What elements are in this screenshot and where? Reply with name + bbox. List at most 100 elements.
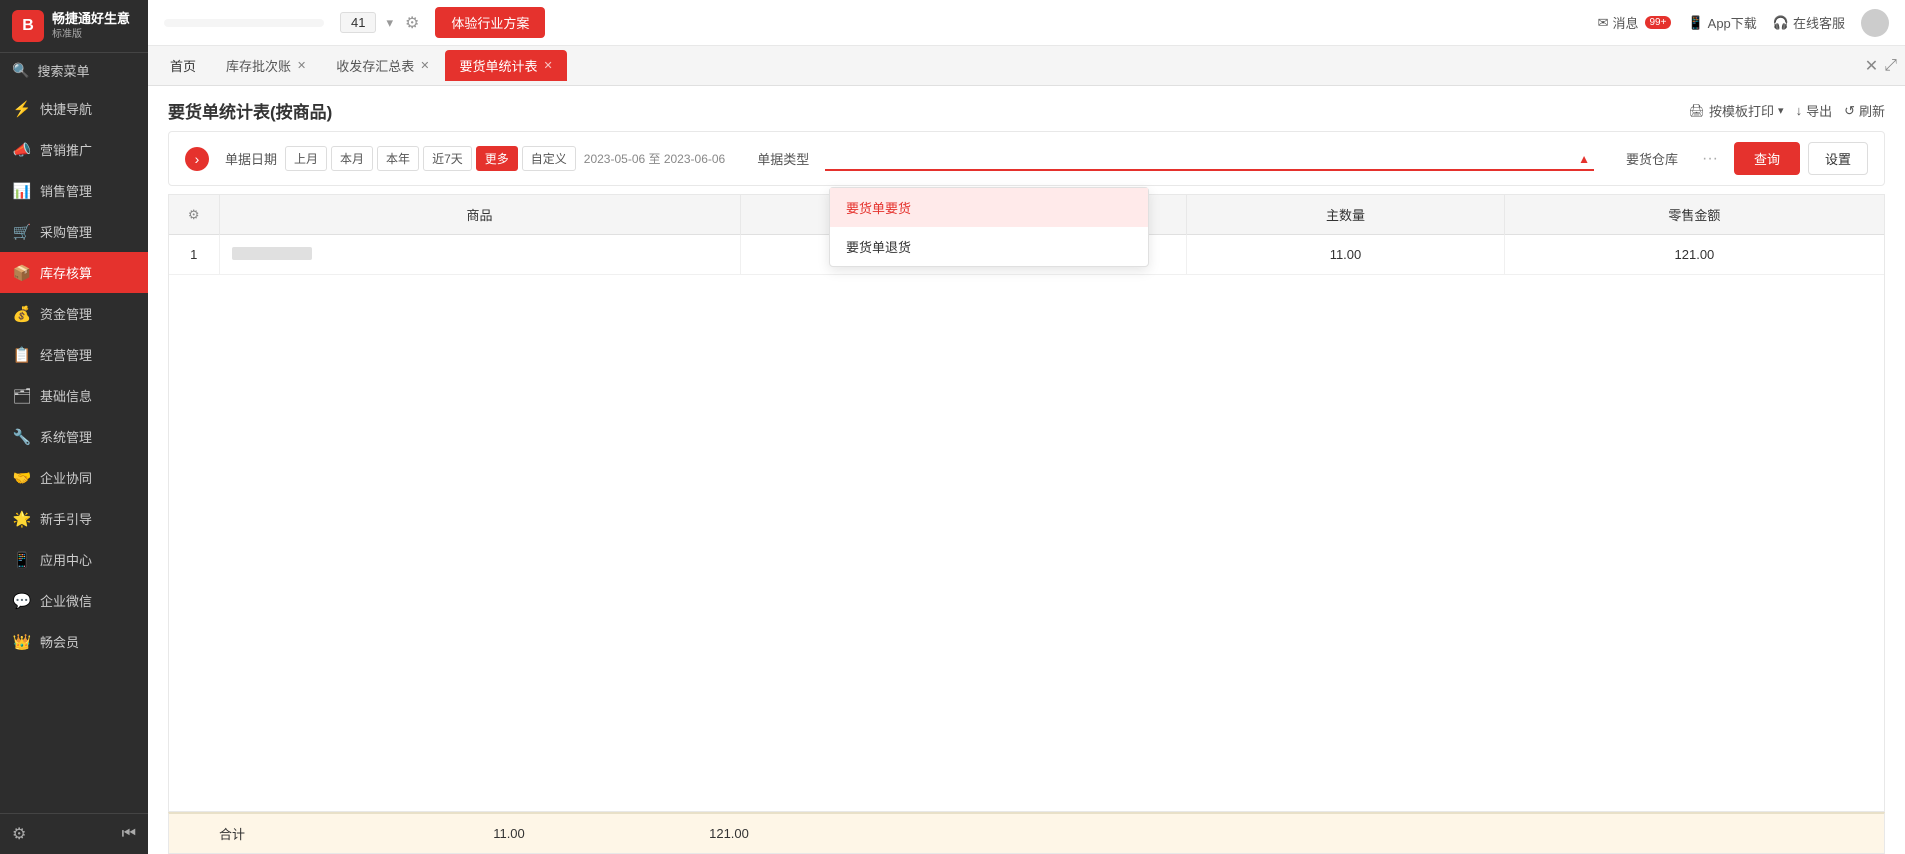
filter-area: › 单据日期 上月 本月 本年 近7天 更多 自定义 2023-05-06 至 …	[168, 131, 1885, 186]
sidebar-item-sales[interactable]: 📊 销售管理	[0, 170, 148, 211]
sidebar-item-vip[interactable]: 👑 畅会员	[0, 621, 148, 662]
nav-icon: 📦	[12, 264, 32, 282]
sidebar-item-quick-nav[interactable]: ⚡ 快捷导航	[0, 88, 148, 129]
tab-receivables-summary[interactable]: 收发存汇总表 ✕	[322, 50, 443, 81]
settings-button[interactable]: 设置	[1808, 142, 1868, 175]
sidebar-item-inventory[interactable]: 📦 库存核算	[0, 252, 148, 293]
sidebar-item-guide[interactable]: 🌟 新手引导	[0, 498, 148, 539]
sidebar-item-finance[interactable]: 💰 资金管理	[0, 293, 148, 334]
date-btn-custom[interactable]: 自定义	[522, 146, 576, 171]
nav-icon: 🤝	[12, 469, 32, 487]
app-logo: B 畅捷通好生意 标准版	[0, 0, 148, 53]
warehouse-filter-more-icon[interactable]: ···	[1702, 150, 1718, 168]
th-settings[interactable]: ⚙	[169, 195, 219, 235]
close-tab-icon[interactable]: ✕	[1865, 56, 1878, 76]
type-filter-select: ▲	[825, 146, 1594, 171]
user-avatar[interactable]	[1861, 9, 1889, 37]
print-button[interactable]: 🖨 按模板打印 ▾	[1689, 101, 1784, 120]
nav-icon: 🗂	[12, 387, 32, 405]
sidebar-item-system[interactable]: 🔧 系统管理	[0, 416, 148, 457]
footer-total-label: 合计	[189, 824, 409, 843]
tab-inventory-batch[interactable]: 库存批次账 ✕	[212, 50, 320, 81]
topbar-gear-icon[interactable]: ⚙	[405, 13, 419, 33]
settings-icon[interactable]: ⚙	[12, 824, 26, 844]
nav-icon: 🔧	[12, 428, 32, 446]
topbar: 41 ▾ ⚙ 体验行业方案 ✉ 消息 99+ 📱 App下载 🎧 在线客服	[148, 0, 1905, 46]
nav-icon: ⚡	[12, 100, 32, 118]
search-icon: 🔍	[12, 62, 29, 79]
sidebar-item-app-center[interactable]: 📱 应用中心	[0, 539, 148, 580]
nav-icon: 🛒	[12, 223, 32, 241]
refresh-icon: ↺	[1844, 103, 1855, 119]
expand-tabs-icon[interactable]: ⤢	[1884, 57, 1897, 75]
collapse-icon[interactable]: ⏮	[122, 825, 136, 843]
messages-badge: 99+	[1645, 16, 1672, 29]
logo-icon: B	[12, 10, 44, 42]
tab-home[interactable]: 首页	[156, 50, 210, 81]
date-btn-more[interactable]: 更多	[476, 146, 518, 171]
page-header: 要货单统计表(按商品) 🖨 按模板打印 ▾ ↓ 导出 ↺ 刷新	[148, 86, 1905, 131]
tabs-count-area: 41 ▾	[340, 12, 393, 33]
export-icon: ↓	[1796, 103, 1803, 118]
nav-icon: 💰	[12, 305, 32, 323]
td-seq: 1	[169, 235, 219, 275]
sidebar-item-purchase[interactable]: 🛒 采购管理	[0, 211, 148, 252]
nav-icon: 👑	[12, 633, 32, 651]
nav-icon: 📊	[12, 182, 32, 200]
refresh-button[interactable]: ↺ 刷新	[1844, 101, 1885, 120]
phone-icon: 📱	[1687, 15, 1703, 31]
nav-icon: 📣	[12, 141, 32, 159]
sidebar-item-wechat[interactable]: 💬 企业微信	[0, 580, 148, 621]
messages-button[interactable]: ✉ 消息 99+	[1598, 13, 1672, 32]
footer-qty: 11.00	[409, 826, 609, 841]
footer-amount: 121.00	[629, 826, 829, 841]
sidebar-footer: ⚙ ⏮	[0, 813, 148, 854]
date-filter-label: 单据日期	[225, 149, 277, 168]
export-button[interactable]: ↓ 导出	[1796, 101, 1833, 120]
sidebar-item-marketing[interactable]: 📣 营销推广	[0, 129, 148, 170]
print-chevron-icon[interactable]: ▾	[1778, 104, 1784, 117]
td-qty: 11.00	[1187, 235, 1505, 275]
sidebar: B 畅捷通好生意 标准版 🔍 搜索菜单 ⚡ 快捷导航 📣 营销推广 📊 销售管理…	[0, 0, 148, 854]
date-btn-7days[interactable]: 近7天	[423, 146, 472, 171]
th-qty: 主数量	[1187, 195, 1505, 235]
type-filter-arrow-icon[interactable]: ▲	[1578, 152, 1590, 166]
sidebar-item-base-info[interactable]: 🗂 基础信息	[0, 375, 148, 416]
date-btn-this-year[interactable]: 本年	[377, 146, 419, 171]
date-range-display: 2023-05-06 至 2023-06-06	[584, 150, 725, 167]
date-filter-group: 单据日期 上月 本月 本年 近7天 更多 自定义 2023-05-06 至 20…	[225, 146, 725, 171]
topbar-left: 41 ▾ ⚙ 体验行业方案	[164, 7, 1598, 38]
app-download-button[interactable]: 📱 App下载	[1687, 13, 1756, 32]
search-menu-item[interactable]: 🔍 搜索菜单	[0, 53, 148, 88]
nav-icon: 📱	[12, 551, 32, 569]
query-button[interactable]: 查询	[1734, 142, 1800, 175]
dropdown-item-order-goods[interactable]: 要货单要货	[830, 188, 1148, 227]
sidebar-item-operations[interactable]: 📋 经营管理	[0, 334, 148, 375]
sidebar-item-enterprise[interactable]: 🤝 企业协同	[0, 457, 148, 498]
type-filter-input[interactable]	[825, 146, 1594, 171]
filter-expand-button[interactable]: ›	[185, 147, 209, 171]
td-amount: 121.00	[1504, 235, 1884, 275]
trial-button[interactable]: 体验行业方案	[435, 7, 545, 38]
table-footer: 合计 11.00 121.00	[168, 812, 1885, 854]
th-product: 商品	[219, 195, 740, 235]
tab-close-icon[interactable]: ✕	[297, 59, 306, 72]
date-btn-this-month[interactable]: 本月	[331, 146, 373, 171]
dropdown-item-order-return[interactable]: 要货单退货	[830, 227, 1148, 266]
tab-close-icon[interactable]: ✕	[420, 59, 429, 72]
tab-order-stats[interactable]: 要货单统计表 ✕	[445, 50, 566, 81]
tabs-chevron-icon[interactable]: ▾	[386, 15, 393, 31]
nav-icon: 💬	[12, 592, 32, 610]
topbar-right: ✉ 消息 99+ 📱 App下载 🎧 在线客服	[1598, 9, 1889, 37]
warehouse-filter-label: 要货仓库	[1626, 149, 1678, 168]
nav-icon: 🌟	[12, 510, 32, 528]
topbar-search-area	[164, 19, 324, 27]
filter-action-buttons: 查询 设置	[1734, 142, 1868, 175]
online-service-button[interactable]: 🎧 在线客服	[1773, 13, 1845, 32]
data-table-wrap: ⚙ 商品 主计量单位 主数量 零售金额	[168, 194, 1885, 812]
tab-close-icon[interactable]: ✕	[544, 59, 553, 72]
date-btn-last-month[interactable]: 上月	[285, 146, 327, 171]
print-icon: 🖨	[1689, 103, 1706, 119]
tabs-controls: ✕ ⤢	[1865, 56, 1897, 76]
table-settings-icon[interactable]: ⚙	[188, 207, 200, 222]
